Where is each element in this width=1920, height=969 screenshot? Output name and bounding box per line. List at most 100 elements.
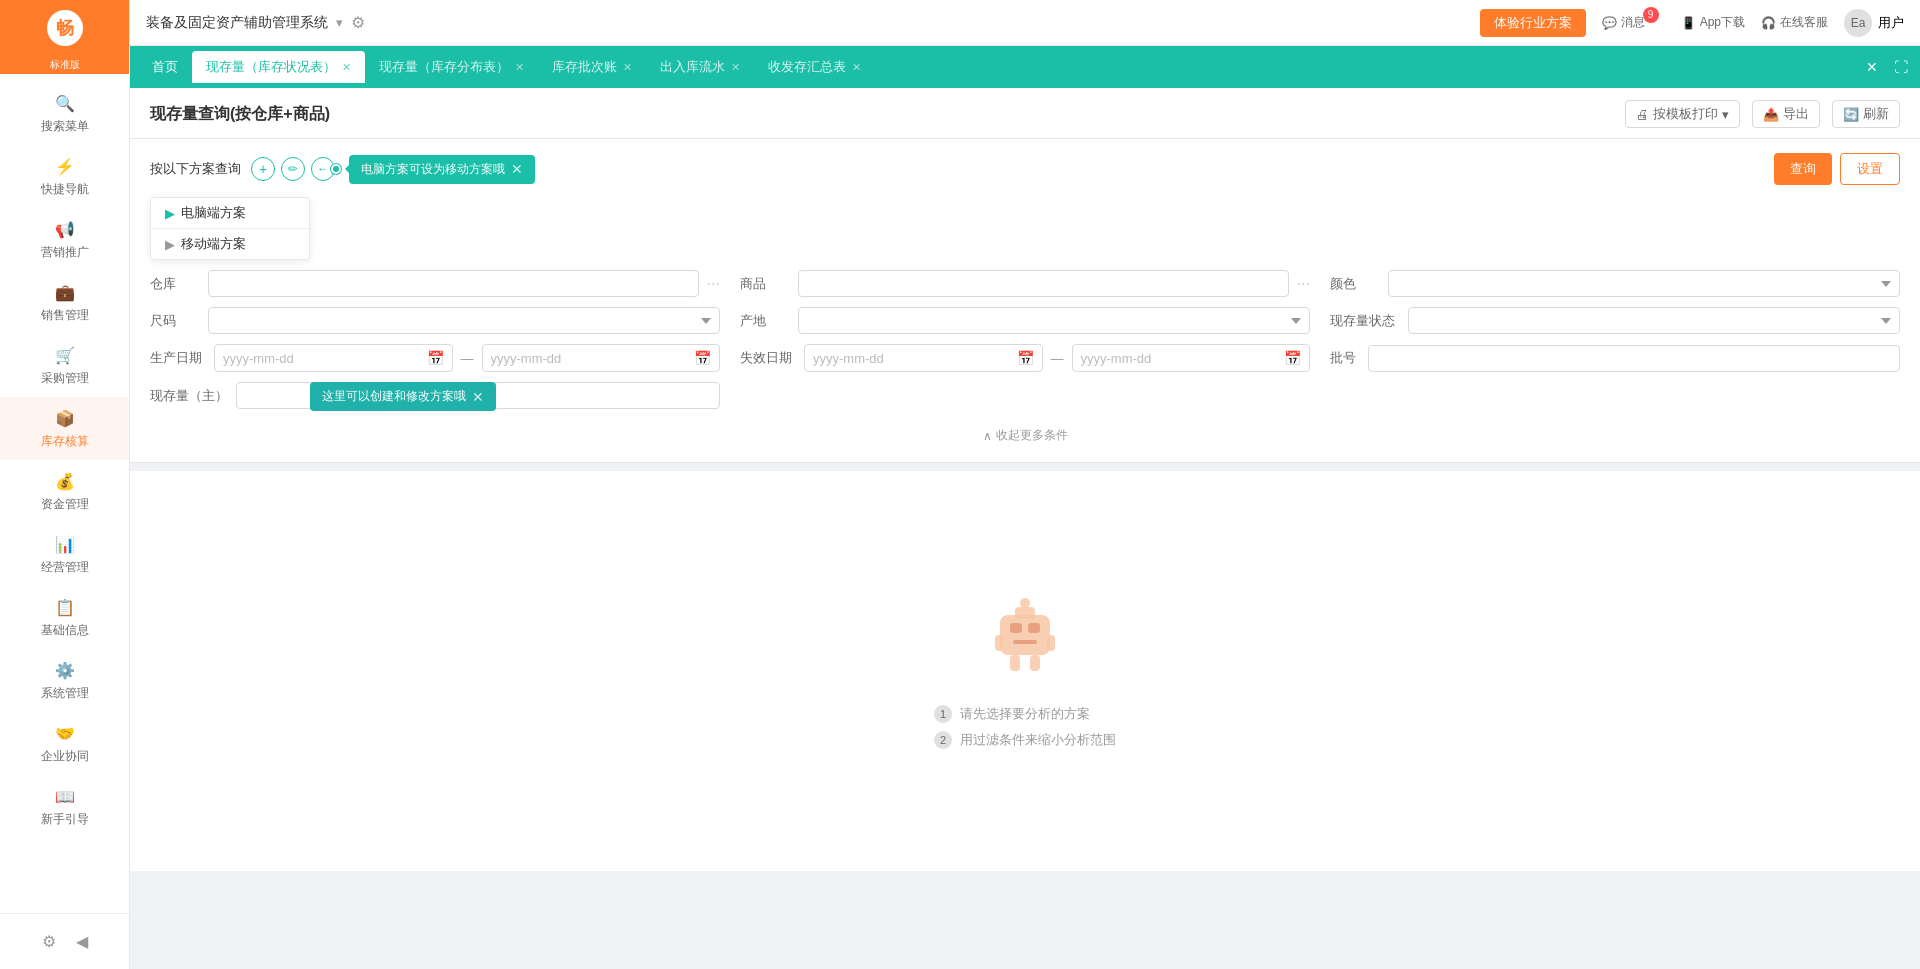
svg-rect-2 (1028, 623, 1040, 633)
export-button[interactable]: 📤 导出 (1752, 100, 1820, 128)
sidebar-item-guide[interactable]: 📖 新手引导 (0, 775, 129, 838)
collapse-filter-button[interactable]: ∧ 收起更多条件 (150, 419, 1900, 448)
sidebar-item-label: 基础信息 (41, 622, 89, 639)
warehouse-label: 仓库 (150, 275, 200, 293)
prod-date-start[interactable]: yyyy-mm-dd 📅 (214, 344, 453, 372)
avatar: Ea (1844, 9, 1872, 37)
tab-inventory-distribution[interactable]: 现存量（库存分布表） ✕ (365, 51, 538, 83)
tooltip-desktop-schema[interactable]: 电脑方案可设为移动方案哦 ✕ (349, 155, 535, 184)
schema-section: ▶ 电脑端方案 ▶ 移动端方案 这里可以创建和修改方案哦 ✕ (150, 197, 1900, 260)
dropdown-arrow-icon[interactable]: ▾ (336, 15, 343, 30)
empty-state: 1 请先选择要分析的方案 2 用过滤条件来缩小分析范围 (914, 505, 1136, 837)
online-support-button[interactable]: 🎧 在线客服 (1761, 14, 1828, 31)
tab-close-all-icon[interactable]: ✕ (1862, 55, 1882, 79)
query-button[interactable]: 查询 (1774, 153, 1832, 185)
guide-icon: 📖 (54, 785, 76, 807)
tab-inventory-status[interactable]: 现存量（库存状况表） ✕ (192, 51, 365, 83)
tab-close-icon[interactable]: ✕ (515, 61, 524, 74)
prod-date-end[interactable]: yyyy-mm-dd 📅 (482, 344, 721, 372)
page-title: 现存量查询(按仓库+商品) (150, 104, 330, 125)
tab-flow[interactable]: 出入库流水 ✕ (646, 51, 754, 83)
sidebar-item-sales[interactable]: 💼 销售管理 (0, 271, 129, 334)
stock-qty-max[interactable] (493, 382, 721, 409)
system-icon: ⚙️ (54, 659, 76, 681)
page-header: 现存量查询(按仓库+商品) 🖨 按模板打印 ▾ 📤 导出 🔄 刷新 (130, 88, 1920, 139)
tab-fullscreen-icon[interactable]: ⛶ (1890, 55, 1912, 79)
schema-item-desktop[interactable]: ▶ 电脑端方案 (151, 198, 309, 228)
svg-rect-4 (995, 635, 1003, 651)
filter-controls: + ✏ ← (251, 157, 335, 181)
warehouse-dots-icon[interactable]: ··· (707, 275, 720, 293)
phone-icon: 📱 (1681, 16, 1696, 30)
date-range-dash: — (461, 351, 474, 366)
tooltip-create-schema[interactable]: 这里可以创建和修改方案哦 ✕ (310, 382, 496, 411)
filter-field-origin: 产地 (740, 307, 1310, 334)
header-left: 装备及固定资产辅助管理系统 ▾ ⚙ (146, 13, 365, 32)
reset-button[interactable]: 设置 (1840, 153, 1900, 185)
sidebar: 畅 标准版 🔍 搜索菜单 ⚡ 快捷导航 📢 营销推广 💼 销售管理 🛒 采购管理… (0, 0, 130, 969)
svg-rect-1 (1010, 623, 1022, 633)
product-dots-icon[interactable]: ··· (1297, 275, 1310, 293)
industry-solution-button[interactable]: 体验行业方案 (1480, 9, 1586, 37)
tooltip2-close-icon[interactable]: ✕ (472, 389, 484, 405)
tab-batch-account[interactable]: 库存批次账 ✕ (538, 51, 646, 83)
expand-arrow-icon2: ▶ (165, 237, 175, 252)
app-download-button[interactable]: 📱 App下载 (1681, 14, 1745, 31)
tab-close-icon[interactable]: ✕ (623, 61, 632, 74)
sidebar-item-search[interactable]: 🔍 搜索菜单 (0, 82, 129, 145)
filter-label: 按以下方案查询 (150, 160, 241, 178)
color-select[interactable] (1388, 270, 1900, 297)
tab-close-icon[interactable]: ✕ (852, 61, 861, 74)
sidebar-item-label: 快捷导航 (41, 181, 89, 198)
sidebar-item-enterprise[interactable]: 🤝 企业协同 (0, 712, 129, 775)
sidebar-item-finance[interactable]: 💰 资金管理 (0, 460, 129, 523)
expire-date-end[interactable]: yyyy-mm-dd 📅 (1072, 344, 1311, 372)
schema-dropdown: ▶ 电脑端方案 ▶ 移动端方案 (150, 197, 310, 260)
add-schema-button[interactable]: + (251, 157, 275, 181)
settings-gear-icon[interactable]: ⚙ (351, 13, 365, 32)
svg-point-9 (1020, 598, 1030, 608)
print-button[interactable]: 🖨 按模板打印 ▾ (1625, 100, 1740, 128)
expire-date-label: 失效日期 (740, 349, 796, 367)
date-placeholder-start: yyyy-mm-dd (223, 351, 294, 366)
product-input[interactable] (798, 270, 1289, 297)
tab-summary[interactable]: 收发存汇总表 ✕ (754, 51, 875, 83)
content-area: 现存量查询(按仓库+商品) 🖨 按模板打印 ▾ 📤 导出 🔄 刷新 (130, 88, 1920, 969)
tab-home[interactable]: 首页 (138, 58, 192, 76)
schema-item-mobile[interactable]: ▶ 移动端方案 (151, 229, 309, 259)
date-placeholder-end: yyyy-mm-dd (491, 351, 562, 366)
tab-close-icon[interactable]: ✕ (342, 61, 351, 74)
expire-date-start[interactable]: yyyy-mm-dd 📅 (804, 344, 1043, 372)
batch-input[interactable] (1368, 345, 1900, 372)
marketing-icon: 📢 (54, 218, 76, 240)
sidebar-item-system[interactable]: ⚙️ 系统管理 (0, 649, 129, 712)
collapse-sidebar-button[interactable]: ◀ (76, 932, 88, 951)
user-section[interactable]: Ea 用户 (1844, 9, 1904, 37)
sidebar-item-quicknav[interactable]: ⚡ 快捷导航 (0, 145, 129, 208)
filter-row-3: 生产日期 yyyy-mm-dd 📅 — yyyy-mm-dd 📅 (150, 344, 1900, 372)
refresh-button[interactable]: 🔄 刷新 (1832, 100, 1900, 128)
sidebar-item-purchase[interactable]: 🛒 采购管理 (0, 334, 129, 397)
export-icon: 📤 (1763, 107, 1779, 122)
origin-select[interactable] (798, 307, 1310, 334)
tab-close-icon[interactable]: ✕ (731, 61, 740, 74)
edit-schema-button[interactable]: ✏ (281, 157, 305, 181)
sidebar-item-inventory[interactable]: 📦 库存核算 (0, 397, 129, 460)
empty-steps-list: 1 请先选择要分析的方案 2 用过滤条件来缩小分析范围 (934, 705, 1116, 757)
size-select[interactable] (208, 307, 720, 334)
svg-rect-8 (1015, 607, 1035, 619)
expire-date-placeholder-start: yyyy-mm-dd (813, 351, 884, 366)
step-num-1: 1 (934, 705, 952, 723)
sidebar-item-marketing[interactable]: 📢 营销推广 (0, 208, 129, 271)
stock-status-select[interactable] (1408, 307, 1900, 334)
tooltip-close-icon[interactable]: ✕ (511, 161, 523, 177)
message-button[interactable]: 💬 消息 9 (1602, 14, 1665, 31)
warehouse-input[interactable] (208, 270, 699, 297)
sidebar-item-management[interactable]: 📊 经营管理 (0, 523, 129, 586)
print-dropdown-icon: ▾ (1722, 107, 1729, 122)
settings-button[interactable]: ⚙ (42, 932, 56, 951)
sidebar-item-basicinfo[interactable]: 📋 基础信息 (0, 586, 129, 649)
sidebar-item-label: 营销推广 (41, 244, 89, 261)
app-logo: 畅 (0, 0, 129, 56)
user-label: 用户 (1878, 14, 1904, 32)
